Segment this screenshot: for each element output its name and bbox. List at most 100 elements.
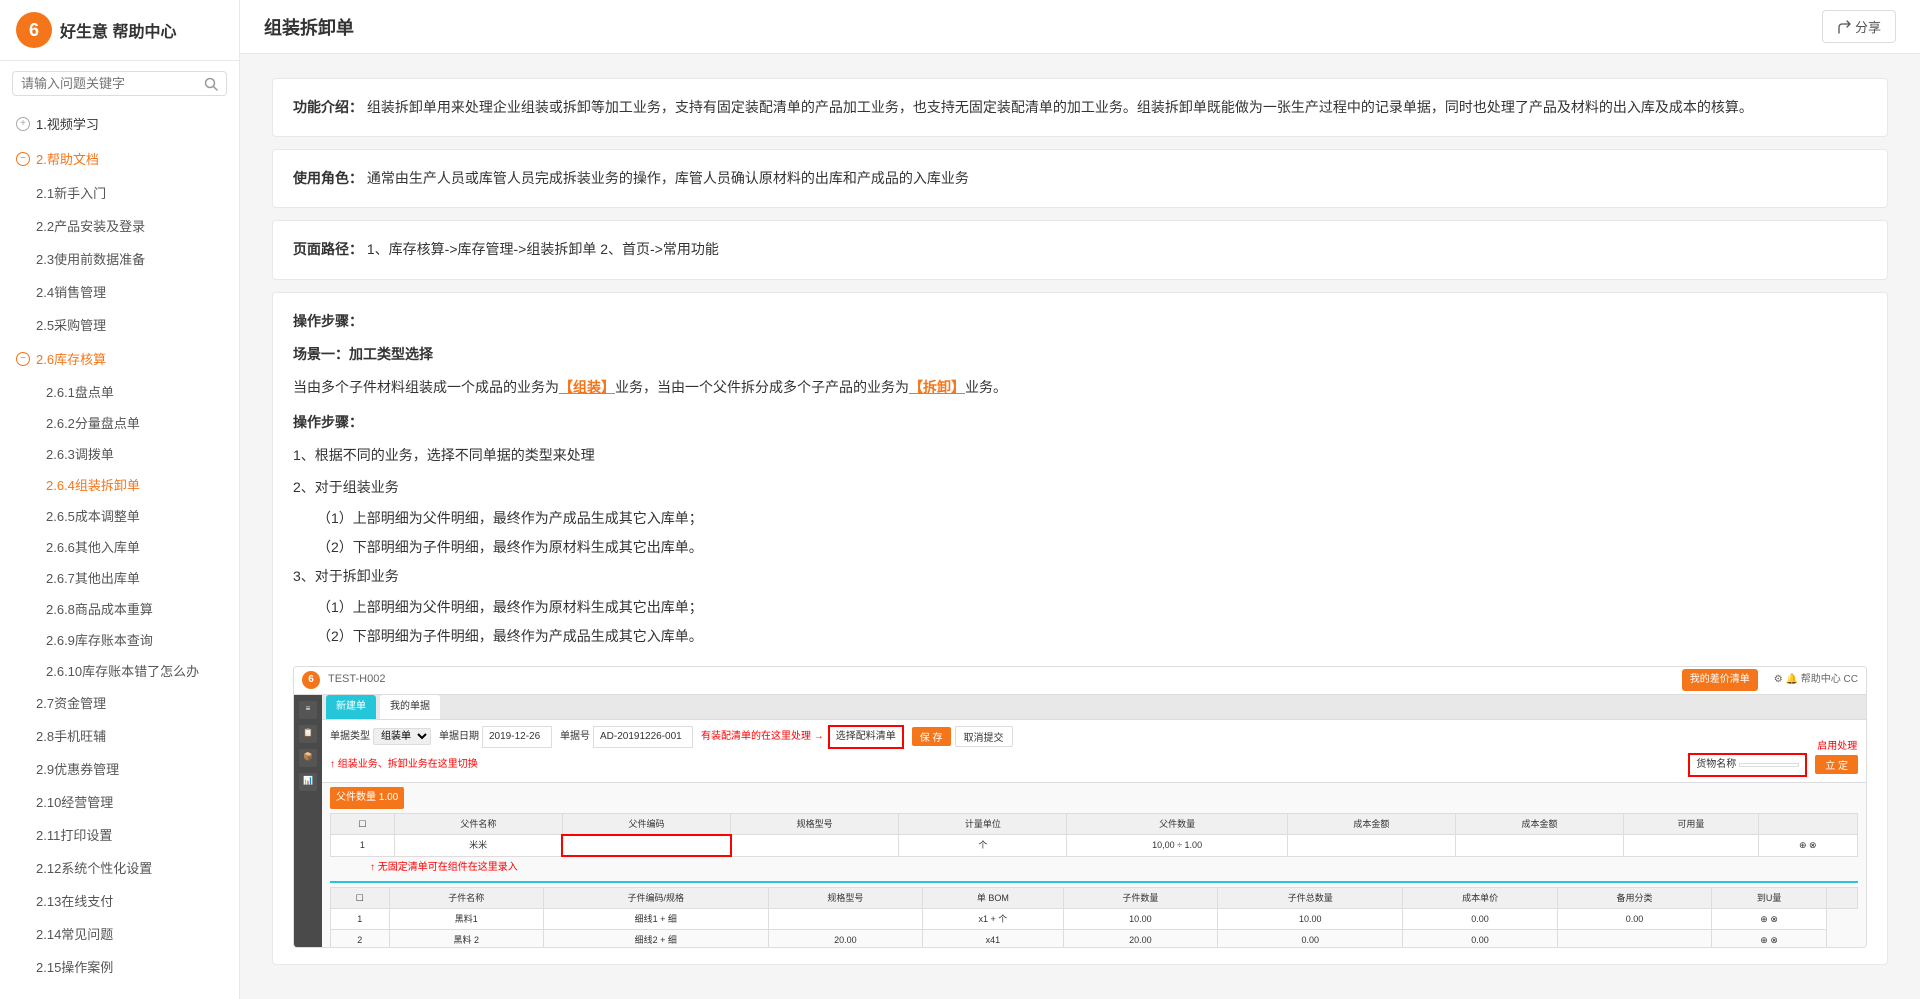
app-body: ≡ 📋 📦 📊 新建单 我的单据 [294,695,1866,947]
app-sidebar-icon-1[interactable]: ≡ [299,701,317,719]
step3-sub2: （2）下部明细为子件明细，最终作为产成品生成其它入库单。 [317,624,1867,649]
sidebar-item-purchase[interactable]: 2.5采购管理 [0,308,239,341]
top-bar: 组装拆卸单 分享 [240,0,1920,54]
col-unit-price: 父件数量 [1067,813,1287,835]
app-sidebar-icon-2[interactable]: 📋 [299,725,317,743]
app-main-content: 新建单 我的单据 单据类型 组装单 [322,695,1866,947]
app-cancel-btn[interactable]: 取消提交 [955,726,1013,747]
minus-icon: − [16,152,30,166]
sidebar: 6 好生意 帮助中心 + 1.视频学习 − 2.帮助文档 2.1新手入门 2.2 [0,0,240,999]
app-child-table-header: ☐ 子件名称 子件编码/规格 规格型号 单 BOM 子件数量 子件总数量 成本单… [331,888,1858,909]
sidebar-item-install[interactable]: 2.2产品安装及登录 [0,209,239,242]
sidebar-item-cases[interactable]: 2.15操作案例 [0,950,239,983]
role-card: 使用角色： 通常由生产人员或库管人员完成拆装业务的操作，库管人员确认原材料的出库… [272,149,1888,208]
annotation-label2: ↑ 组装业务、拆卸业务在这里切换 [330,756,478,774]
share-button[interactable]: 分享 [1822,10,1896,43]
sidebar-item-online-pay[interactable]: 2.13在线支付 [0,884,239,917]
nav-item-video: + 1.视频学习 [0,106,239,141]
app-parent-row-1: 1 米米 个 10,00 ÷ 1.00 [331,835,1858,856]
step2-sub2: （2）下部明细为子件明细，最终作为原材料生成其它出库单。 [317,535,1867,560]
col-cost: 成本金额 [1455,813,1623,835]
nav-item-inventory: − 2.6库存核算 2.6.1盘点单 2.6.2分量盘点单 2.6.3调拨单 2… [0,341,239,686]
feature-intro-card: 功能介绍： 组装拆卸单用来处理企业组装或拆卸等加工业务，支持有固定装配清单的产品… [272,78,1888,137]
steps-container: 1、根据不同的业务，选择不同单据的类型来处理 2、对于组装业务 （1）上部明细为… [293,443,1867,649]
app-sidebar-icon-3[interactable]: 📦 [299,749,317,767]
app-tab-list[interactable]: 我的单据 [380,695,440,719]
nav-item-inventory-text: 2.6库存核算 [36,349,106,368]
col-avail: 可用量 [1624,813,1759,835]
app-query-btn[interactable]: 立 定 [1815,755,1858,774]
sidebar-item-ops[interactable]: 2.10经营管理 [0,785,239,818]
step3: 3、对于拆卸业务 [293,564,1867,589]
nav-list: + 1.视频学习 − 2.帮助文档 2.1新手入门 2.2产品安装及登录 2.3… [0,106,239,983]
sidebar-item-newbie[interactable]: 2.1新手入门 [0,176,239,209]
step2-sub: （1）上部明细为父件明细，最终作为产成品生成其它入库单； （2）下部明细为子件明… [317,506,1867,560]
app-save-btn[interactable]: 保 存 [912,727,951,746]
path-label: 页面路径： [293,241,363,257]
app-goods-name[interactable] [1739,763,1799,767]
app-tab-active[interactable]: 新建单 [326,695,376,719]
sidebar-item-stocktake[interactable]: 2.6.1盘点单 [0,376,239,407]
sidebar-item-print[interactable]: 2.11打印设置 [0,818,239,851]
sidebar-item-custom[interactable]: 2.12系统个性化设置 [0,851,239,884]
sidebar-item-other-in[interactable]: 2.6.6其他入库单 [0,531,239,562]
app-child-table: ☐ 子件名称 子件编码/规格 规格型号 单 BOM 子件数量 子件总数量 成本单… [330,887,1858,947]
annotation-label3: 启用处理 [1817,738,1857,756]
col-goods-name: 父件名称 [394,813,562,835]
app-logo-small: 6 [302,671,320,689]
sidebar-item-mobile[interactable]: 2.8手机旺辅 [0,719,239,752]
app-field-enable: 货物名称 启用处理 [1688,753,1807,777]
app-sidebar: ≡ 📋 📦 📊 [294,695,322,947]
step3-sub: （1）上部明细为父件明细，最终作为原材料生成其它出库单； （2）下部明细为子件明… [317,595,1867,649]
search-box[interactable] [12,71,227,96]
nav-item-inventory-label[interactable]: − 2.6库存核算 [0,341,239,376]
step2: 2、对于组装业务 [293,475,1867,500]
app-field-no: 单据号 AD-20191226-001 [560,726,693,748]
sub-sub-nav-inventory: 2.6.1盘点单 2.6.2分量盘点单 2.6.3调拨单 2.6.4组装拆卸单 … [0,376,239,686]
step2-sub1: （1）上部明细为父件明细，最终作为产成品生成其它入库单； [317,506,1867,531]
sidebar-item-cost[interactable]: 2.6.5成本调整单 [0,500,239,531]
app-date-value[interactable]: 2019-12-26 [482,726,552,748]
sidebar-item-sales[interactable]: 2.4销售管理 [0,275,239,308]
app-screenshot: 6 TEST-H002 我的差价清单 ⚙ 🔔 帮助中心 CC ≡ 📋 📦 [294,667,1866,947]
nav-item-docs-text: 2.帮助文档 [36,149,99,168]
search-input[interactable] [21,76,204,91]
sidebar-item-assembly[interactable]: 2.6.4组装拆卸单 [0,469,239,500]
col-check: ☐ [331,813,395,835]
step3-sub1: （1）上部明细为父件明细，最终作为原材料生成其它出库单； [317,595,1867,620]
sidebar-item-coupon[interactable]: 2.9优惠券管理 [0,752,239,785]
sidebar-item-faq[interactable]: 2.14常见问题 [0,917,239,950]
ops-steps-title: 操作步骤： [293,309,1867,334]
app-table-divider [330,881,1858,883]
app-topbar: 6 TEST-H002 我的差价清单 ⚙ 🔔 帮助中心 CC [294,667,1866,695]
sidebar-item-goods-cost[interactable]: 2.6.8商品成本重算 [0,593,239,624]
app-bom-btn[interactable]: 选择配料清单 [828,725,904,749]
app-parent-label-badge: 父件数量 1.00 [330,787,404,809]
app-sidebar-icon-4[interactable]: 📊 [299,773,317,791]
role-label: 使用角色： [293,170,363,186]
sidebar-item-stock-check[interactable]: 2.6.9库存账本查询 [0,624,239,655]
app-enable-field[interactable]: 货物名称 [1688,753,1807,777]
plus-icon: + [16,117,30,131]
feature-intro-text: 组装拆卸单用来处理企业组装或拆卸等加工业务，支持有固定装配清单的产品加工业务，也… [367,99,1753,115]
nav-item-video-label[interactable]: + 1.视频学习 [0,106,239,141]
app-topbar-icons: ⚙ 🔔 帮助中心 CC [1774,671,1858,689]
sidebar-item-stock-error[interactable]: 2.6.10库存账本错了怎么办 [0,655,239,686]
sidebar-item-other-out[interactable]: 2.6.7其他出库单 [0,562,239,593]
app-child-row-2: 2 黑料 2 细线2 + 细 20.00 x41 20.00 0.00 0.00 [331,930,1858,947]
sidebar-item-finance[interactable]: 2.7资金管理 [0,686,239,719]
app-tabs: 新建单 我的单据 [322,695,1866,720]
nav-item-docs-label[interactable]: − 2.帮助文档 [0,141,239,176]
sidebar-item-distribute[interactable]: 2.6.2分量盘点单 [0,407,239,438]
col-amount: 成本金额 [1287,813,1455,835]
app-nav-btn[interactable]: 我的差价清单 [1682,669,1758,691]
search-icon [204,77,218,91]
app-field-type: 单据类型 组装单 拆卸单 [330,728,431,746]
app-select-type[interactable]: 组装单 拆卸单 [373,728,431,745]
app-form-row2: ↑ 组装业务、拆卸业务在这里切换 货物名称 启用处理 [330,753,1858,777]
sidebar-item-data[interactable]: 2.3使用前数据准备 [0,242,239,275]
sidebar-item-adjust[interactable]: 2.6.3调拨单 [0,438,239,469]
app-company-name: TEST-H002 [328,670,385,690]
app-table-area: 父件数量 1.00 ☐ 父件名称 父件编码 规格型号 [322,783,1866,947]
app-parent-table-label: 父件数量 1.00 [330,787,1858,809]
